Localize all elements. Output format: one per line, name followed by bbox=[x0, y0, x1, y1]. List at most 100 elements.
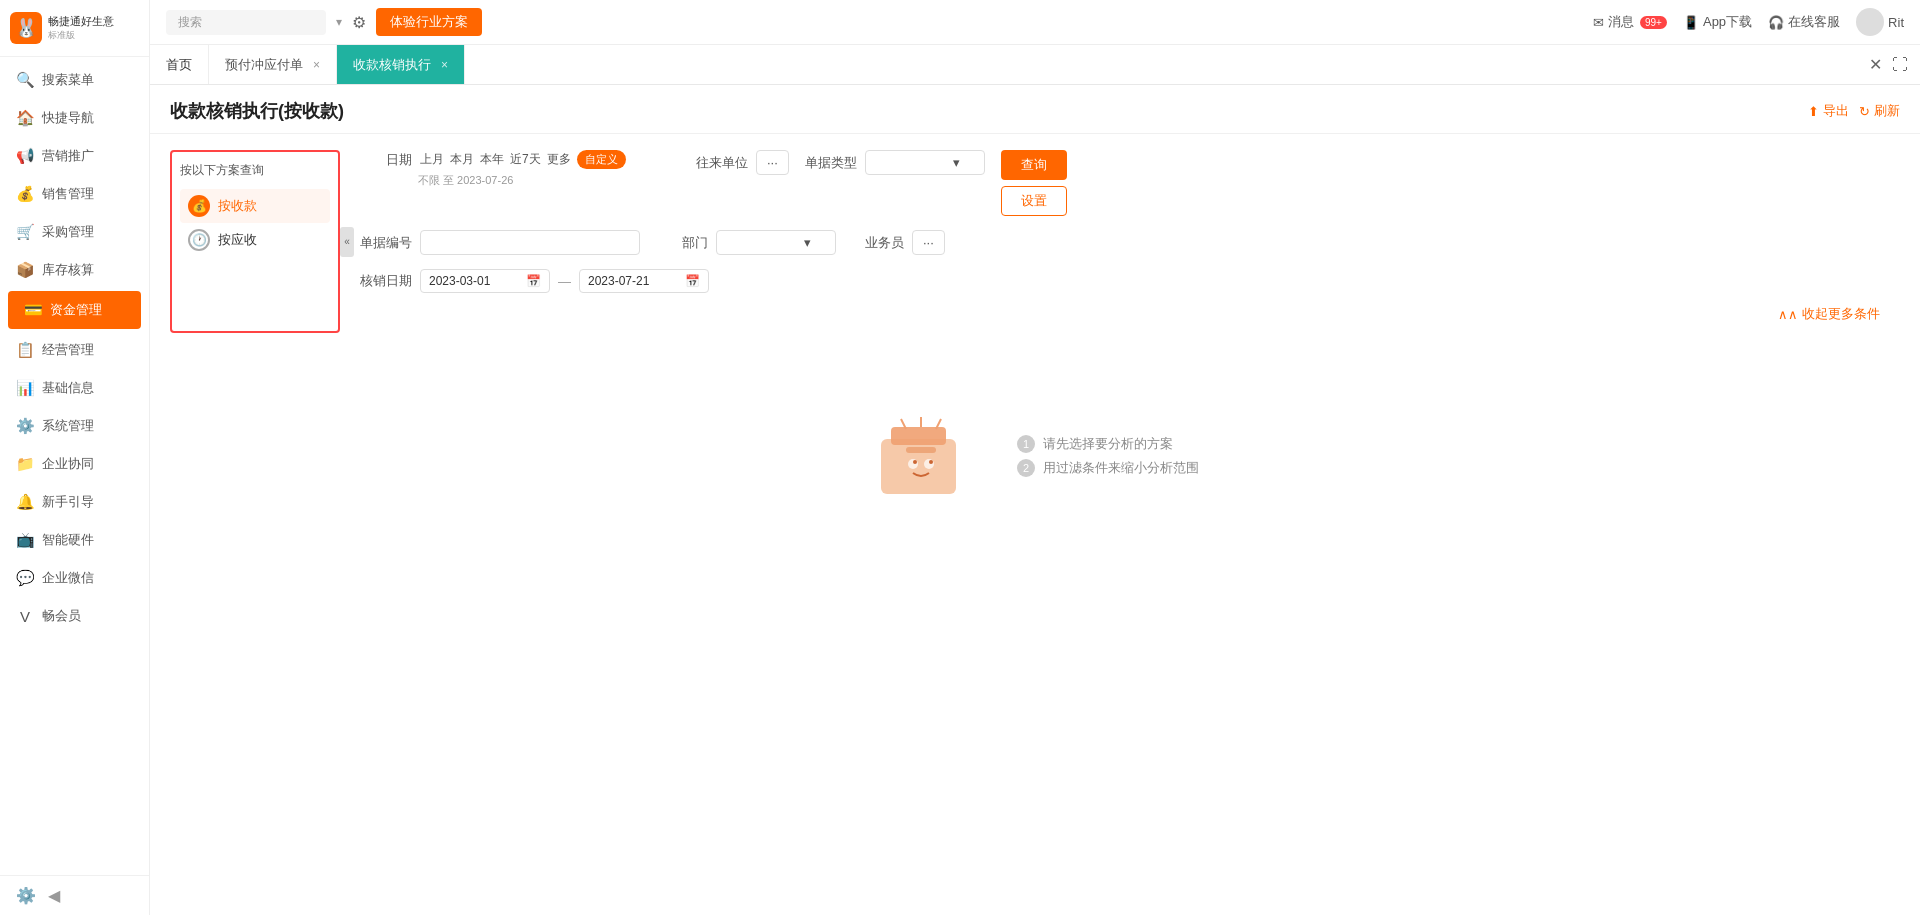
sidebar-item-purchase[interactable]: 🛒采购管理 bbox=[0, 213, 149, 251]
marketing-icon: 📢 bbox=[16, 147, 34, 165]
collapse-more-btn[interactable]: ∧∧ 收起更多条件 bbox=[360, 301, 1900, 333]
industry-btn[interactable]: 体验行业方案 bbox=[376, 8, 482, 36]
tab-prepay-close[interactable]: × bbox=[313, 58, 320, 72]
offset-date-from[interactable]: 2023-03-01 📅 bbox=[420, 269, 550, 293]
shortcut-custom[interactable]: 自定义 bbox=[577, 150, 626, 169]
sidebar-item-basic-info[interactable]: 📊基础信息 bbox=[0, 369, 149, 407]
sidebar-item-system[interactable]: ⚙️系统管理 bbox=[0, 407, 149, 445]
page-content: 收款核销执行(按收款) ⬆ 导出 ↻ 刷新 按以下方案查询 bbox=[150, 85, 1920, 915]
search-menu-icon: 🔍 bbox=[16, 71, 34, 89]
sidebar-item-label-purchase: 采购管理 bbox=[42, 223, 94, 241]
hint-text-1: 请先选择要分析的方案 bbox=[1043, 435, 1173, 453]
tab-prepay-label: 预付冲应付单 bbox=[225, 56, 303, 74]
sidebar-item-label-basic-info: 基础信息 bbox=[42, 379, 94, 397]
doc-no-field: 单据编号 bbox=[360, 230, 640, 255]
settings-icon[interactable]: ⚙️ bbox=[16, 886, 36, 905]
topbar-dropdown-arrow[interactable]: ▾ bbox=[336, 15, 342, 29]
query-btn[interactable]: 查询 bbox=[1001, 150, 1067, 180]
option-by-receivable[interactable]: 🕐 按应收 bbox=[180, 223, 330, 257]
partner-input[interactable]: ··· bbox=[756, 150, 789, 175]
sidebar-item-hardware[interactable]: 📺 智能硬件 bbox=[0, 521, 149, 559]
online-service-btn[interactable]: 🎧 在线客服 bbox=[1768, 13, 1840, 31]
vip-icon: V bbox=[16, 608, 34, 625]
settings-btn[interactable]: 设置 bbox=[1001, 186, 1067, 216]
collapse-sidebar-icon[interactable]: ◀ bbox=[48, 886, 60, 905]
tab-close-all-icon[interactable]: ✕ bbox=[1869, 55, 1882, 74]
tab-expand-icon[interactable]: ⛶ bbox=[1892, 56, 1908, 74]
sidebar-item-label-sales: 销售管理 bbox=[42, 185, 94, 203]
sidebar-item-label-operation: 经营管理 bbox=[42, 341, 94, 359]
dept-select[interactable]: ▾ bbox=[716, 230, 836, 255]
shortcut-more[interactable]: 更多 bbox=[547, 151, 571, 168]
app-icon: 📱 bbox=[1683, 15, 1699, 30]
sidebar-item-label-inventory: 库存核算 bbox=[42, 261, 94, 279]
refresh-btn[interactable]: ↻ 刷新 bbox=[1859, 102, 1900, 120]
sidebar-item-finance[interactable]: 💳资金管理 bbox=[8, 291, 141, 329]
sidebar-item-label-marketing: 营销推广 bbox=[42, 147, 94, 165]
sidebar-item-inventory[interactable]: 📦库存核算 bbox=[0, 251, 149, 289]
shortcut-7days[interactable]: 近7天 bbox=[510, 151, 541, 168]
page-title: 收款核销执行(按收款) bbox=[170, 99, 344, 123]
by-receivable-label: 按应收 bbox=[218, 231, 257, 249]
shortcut-this-year[interactable]: 本年 bbox=[480, 151, 504, 168]
offset-date-to[interactable]: 2023-07-21 📅 bbox=[579, 269, 709, 293]
svg-point-5 bbox=[913, 460, 917, 464]
sidebar-item-sales[interactable]: 💰销售管理 bbox=[0, 175, 149, 213]
sidebar-item-guide[interactable]: 🔔新手引导 bbox=[0, 483, 149, 521]
row1: 日期 上月 本月 本年 近7天 更多 自定义 bbox=[360, 150, 1900, 216]
sidebar-item-operation[interactable]: 📋经营管理 bbox=[0, 331, 149, 369]
tab-receipt-offset[interactable]: 收款核销执行 × bbox=[337, 45, 465, 84]
by-receipt-icon: 💰 bbox=[188, 195, 210, 217]
svg-point-6 bbox=[929, 460, 933, 464]
tab-home[interactable]: 首页 bbox=[150, 45, 209, 84]
sidebar-item-marketing[interactable]: 📢 营销推广 bbox=[0, 137, 149, 175]
sidebar-logo: 🐰 畅捷通好生意 标准版 bbox=[0, 0, 149, 57]
message-btn[interactable]: ✉ 消息 99+ bbox=[1593, 13, 1667, 31]
message-badge: 99+ bbox=[1640, 16, 1667, 29]
doc-no-input[interactable] bbox=[420, 230, 640, 255]
topbar-left: 搜索 ▾ ⚙ 体验行业方案 bbox=[166, 8, 1581, 36]
date-field-group: 日期 上月 本月 本年 近7天 更多 自定义 bbox=[360, 150, 680, 188]
user-info[interactable]: Rit bbox=[1856, 8, 1904, 36]
sidebar-item-label-wechat: 企业微信 bbox=[42, 569, 94, 587]
doc-type-label: 单据类型 bbox=[805, 154, 857, 172]
tab-receipt-label: 收款核销执行 bbox=[353, 56, 431, 74]
hardware-icon: 📺 bbox=[16, 531, 34, 549]
search-fields: 日期 上月 本月 本年 近7天 更多 自定义 bbox=[360, 150, 1900, 301]
sidebar-item-vip[interactable]: V畅会员 bbox=[0, 597, 149, 635]
tab-prepay[interactable]: 预付冲应付单 × bbox=[209, 45, 337, 84]
doc-type-select[interactable]: ▾ bbox=[865, 150, 985, 175]
by-receivable-icon: 🕐 bbox=[188, 229, 210, 251]
date-separator: — bbox=[558, 274, 571, 289]
staff-input[interactable]: ··· bbox=[912, 230, 945, 255]
logo-title: 畅捷通好生意 bbox=[48, 14, 114, 28]
sidebar-item-enterprise[interactable]: 📁企业协同 bbox=[0, 445, 149, 483]
logo-badge: 标准版 bbox=[48, 29, 114, 42]
search-form-area: 日期 上月 本月 本年 近7天 更多 自定义 bbox=[360, 150, 1900, 333]
dept-arrow: ▾ bbox=[804, 235, 811, 250]
topbar-search-box[interactable]: 搜索 bbox=[166, 10, 326, 35]
sidebar-bottom: ⚙️ ◀ bbox=[0, 875, 149, 915]
page-inner: 收款核销执行(按收款) ⬆ 导出 ↻ 刷新 按以下方案查询 bbox=[150, 85, 1920, 915]
export-icon: ⬆ bbox=[1808, 104, 1819, 119]
shortcut-this-month[interactable]: 本月 bbox=[450, 151, 474, 168]
sidebar-item-label-hardware: 智能硬件 bbox=[42, 531, 94, 549]
empty-svg bbox=[871, 409, 971, 499]
empty-hint-1: 1 请先选择要分析的方案 bbox=[1017, 435, 1199, 453]
shortcut-last-month[interactable]: 上月 bbox=[420, 151, 444, 168]
tab-home-label: 首页 bbox=[166, 56, 192, 74]
empty-state: 1 请先选择要分析的方案 2 用过滤条件来缩小分析范围 bbox=[150, 409, 1920, 502]
empty-hints: 1 请先选择要分析的方案 2 用过滤条件来缩小分析范围 bbox=[1017, 435, 1199, 477]
sidebar-item-quick-nav[interactable]: 🏠快捷导航 bbox=[0, 99, 149, 137]
sidebar-item-label-guide: 新手引导 bbox=[42, 493, 94, 511]
topbar-gear-icon[interactable]: ⚙ bbox=[352, 13, 366, 32]
sidebar-item-label-search-menu: 搜索菜单 bbox=[42, 71, 94, 89]
option-by-receipt[interactable]: 💰 按收款 bbox=[180, 189, 330, 223]
app-download-btn[interactable]: 📱 App下载 bbox=[1683, 13, 1752, 31]
filter-panel-collapse[interactable]: « bbox=[340, 227, 354, 257]
collapse-icon: « bbox=[344, 236, 350, 247]
sidebar-item-search-menu[interactable]: 🔍 搜索菜单 bbox=[0, 61, 149, 99]
sidebar-item-wechat[interactable]: 💬企业微信 bbox=[0, 559, 149, 597]
tab-receipt-close[interactable]: × bbox=[441, 58, 448, 72]
export-btn[interactable]: ⬆ 导出 bbox=[1808, 102, 1849, 120]
